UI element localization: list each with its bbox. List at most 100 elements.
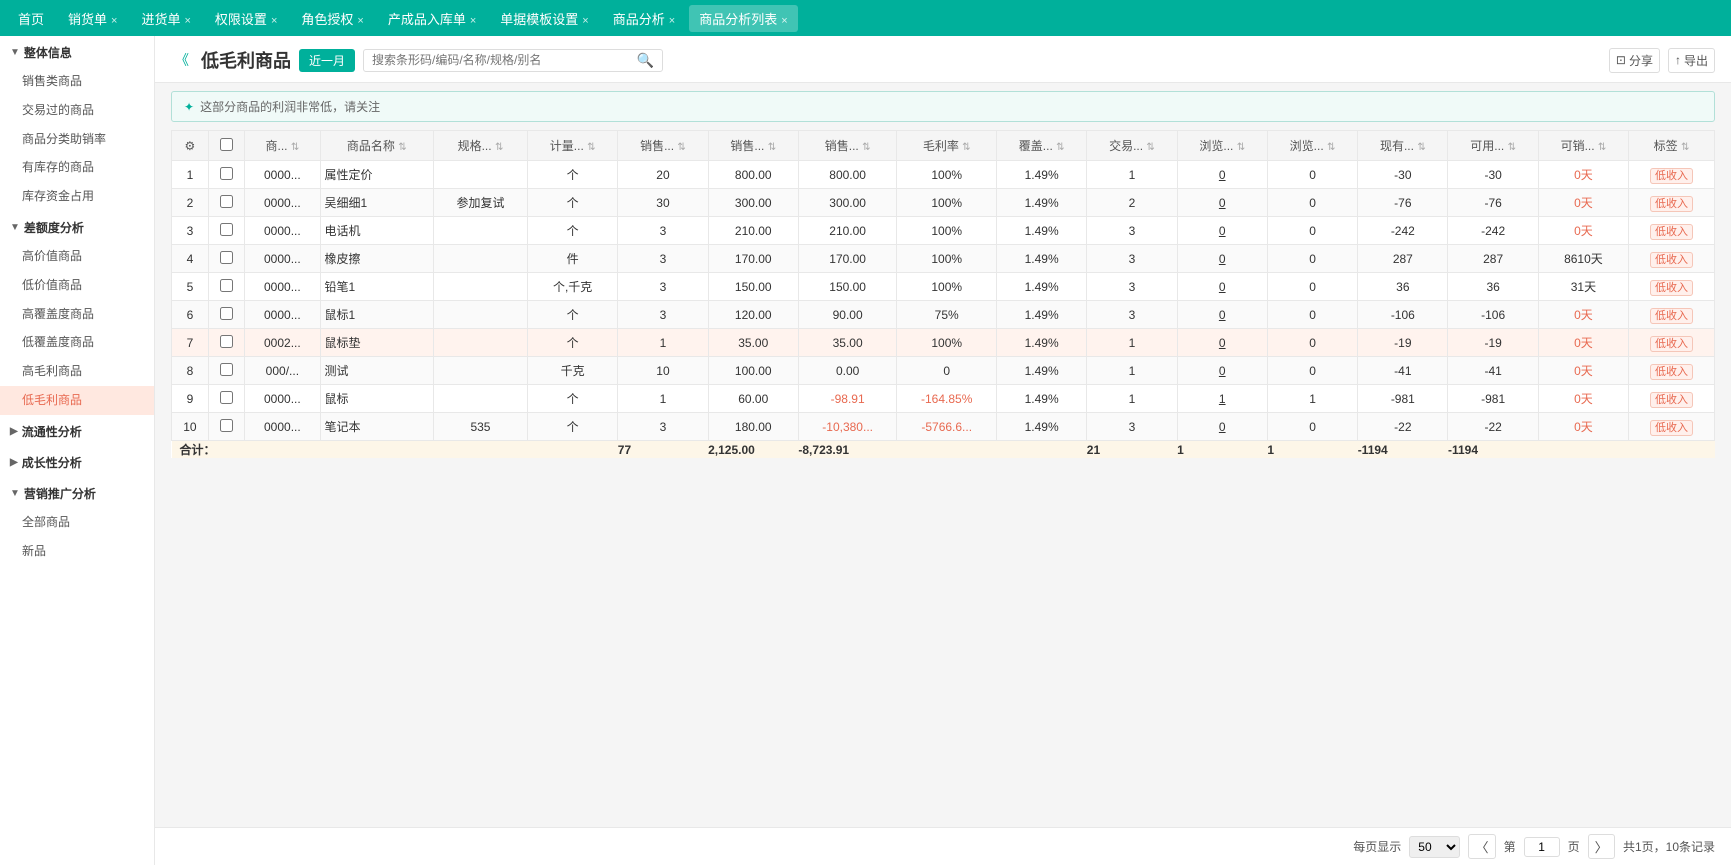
sidebar-item-low-value[interactable]: 低价值商品 xyxy=(0,271,154,300)
row-available-stock: -22 xyxy=(1448,413,1538,441)
row-checkbox[interactable] xyxy=(208,161,244,189)
sidebar-group-growth[interactable]: ▶ 成长性分析 xyxy=(0,446,154,477)
row-checkbox[interactable] xyxy=(208,273,244,301)
row-spec xyxy=(433,273,527,301)
row-browse1[interactable]: 0 xyxy=(1177,301,1267,329)
row-name: 电话机 xyxy=(320,217,433,245)
row-sales-profit: 90.00 xyxy=(798,301,897,329)
col-available-stock[interactable]: 可用... ⇅ xyxy=(1448,131,1538,161)
row-browse1[interactable]: 0 xyxy=(1177,189,1267,217)
sidebar-item-stocked-products[interactable]: 有库存的商品 xyxy=(0,153,154,182)
row-browse1[interactable]: 0 xyxy=(1177,273,1267,301)
nav-permissions[interactable]: 权限设置× xyxy=(205,5,287,32)
col-sellable-days[interactable]: 可销... ⇅ xyxy=(1538,131,1628,161)
row-sales-qty: 3 xyxy=(618,413,708,441)
row-checkbox-input[interactable] xyxy=(220,419,233,432)
row-browse1[interactable]: 0 xyxy=(1177,357,1267,385)
nav-product-analysis-list[interactable]: 商品分析列表× xyxy=(689,5,797,32)
col-sales-amount[interactable]: 销售... ⇅ xyxy=(708,131,798,161)
col-settings[interactable]: ⚙ xyxy=(172,131,209,161)
sidebar-group-marketing[interactable]: ▼ 营销推广分析 xyxy=(0,477,154,508)
row-checkbox[interactable] xyxy=(208,217,244,245)
select-all-checkbox[interactable] xyxy=(220,138,233,151)
row-checkbox-input[interactable] xyxy=(220,167,233,180)
collapse-sidebar-btn[interactable]: 《 xyxy=(171,46,193,74)
page-header: 《 低毛利商品 近一月 🔍 ⊡ 分享 ↑ 导出 xyxy=(155,36,1731,83)
search-input[interactable] xyxy=(372,53,637,67)
row-available-stock: -242 xyxy=(1448,217,1538,245)
row-checkbox[interactable] xyxy=(208,189,244,217)
col-code[interactable]: 商... ⇅ xyxy=(245,131,320,161)
sidebar-item-category-sales-rate[interactable]: 商品分类助销率 xyxy=(0,125,154,154)
share-btn[interactable]: ⊡ 分享 xyxy=(1609,48,1660,73)
col-spec[interactable]: 规格... ⇅ xyxy=(433,131,527,161)
row-checkbox-input[interactable] xyxy=(220,279,233,292)
sidebar-group-general[interactable]: ▼ 整体信息 xyxy=(0,36,154,67)
col-gross-margin[interactable]: 毛利率 ⇅ xyxy=(897,131,997,161)
row-checkbox[interactable] xyxy=(208,301,244,329)
row-checkbox-input[interactable] xyxy=(220,195,233,208)
sidebar-item-new-products[interactable]: 新品 xyxy=(0,537,154,566)
sidebar-item-low-coverage[interactable]: 低覆盖度商品 xyxy=(0,328,154,357)
row-checkbox-input[interactable] xyxy=(220,363,233,376)
sidebar-item-high-value[interactable]: 高价值商品 xyxy=(0,242,154,271)
sidebar-item-sales-products[interactable]: 销售类商品 xyxy=(0,67,154,96)
col-trade-count[interactable]: 交易... ⇅ xyxy=(1087,131,1177,161)
sidebar-item-high-margin[interactable]: 高毛利商品 xyxy=(0,357,154,386)
col-name[interactable]: 商品名称 ⇅ xyxy=(320,131,433,161)
nav-sales-order[interactable]: 销货单× xyxy=(58,5,127,32)
row-sellable-days: 8610天 xyxy=(1538,245,1628,273)
filter-recent-month-btn[interactable]: 近一月 xyxy=(299,49,355,72)
row-checkbox[interactable] xyxy=(208,329,244,357)
row-current-stock: -22 xyxy=(1358,413,1448,441)
col-checkbox[interactable] xyxy=(208,131,244,161)
prev-page-btn[interactable]: 〈 xyxy=(1468,834,1495,859)
sidebar-item-all-products[interactable]: 全部商品 xyxy=(0,508,154,537)
row-browse1[interactable]: 0 xyxy=(1177,245,1267,273)
export-btn[interactable]: ↑ 导出 xyxy=(1668,48,1715,73)
sidebar-group-margin-analysis[interactable]: ▼ 差额度分析 xyxy=(0,211,154,242)
col-unit[interactable]: 计量... ⇅ xyxy=(528,131,618,161)
row-checkbox-input[interactable] xyxy=(220,391,233,404)
row-browse1[interactable]: 1 xyxy=(1177,385,1267,413)
col-coverage[interactable]: 覆盖... ⇅ xyxy=(997,131,1087,161)
row-checkbox-input[interactable] xyxy=(220,251,233,264)
sidebar-item-low-margin[interactable]: 低毛利商品 xyxy=(0,386,154,415)
row-checkbox[interactable] xyxy=(208,245,244,273)
col-sales-profit[interactable]: 销售... ⇅ xyxy=(798,131,897,161)
page-number-input[interactable] xyxy=(1524,837,1560,857)
col-browse1[interactable]: 浏览... ⇅ xyxy=(1177,131,1267,161)
row-checkbox-input[interactable] xyxy=(220,307,233,320)
row-browse1[interactable]: 0 xyxy=(1177,161,1267,189)
nav-product-analysis[interactable]: 商品分析× xyxy=(603,5,685,32)
row-tag: 低收入 xyxy=(1629,413,1715,441)
row-browse1[interactable]: 0 xyxy=(1177,217,1267,245)
col-browse2[interactable]: 浏览... ⇅ xyxy=(1267,131,1357,161)
sidebar-group-liquidity[interactable]: ▶ 流通性分析 xyxy=(0,415,154,446)
row-trade-count: 3 xyxy=(1087,245,1177,273)
row-browse1[interactable]: 0 xyxy=(1177,329,1267,357)
row-checkbox[interactable] xyxy=(208,385,244,413)
row-browse1[interactable]: 0 xyxy=(1177,413,1267,441)
row-checkbox-input[interactable] xyxy=(220,335,233,348)
col-tag[interactable]: 标签 ⇅ xyxy=(1629,131,1715,161)
col-sales-qty[interactable]: 销售... ⇅ xyxy=(618,131,708,161)
row-gross-margin: -164.85% xyxy=(897,385,997,413)
nav-purchase-order[interactable]: 进货单× xyxy=(131,5,200,32)
row-num: 2 xyxy=(172,189,209,217)
sidebar-item-stock-capital[interactable]: 库存资金占用 xyxy=(0,182,154,211)
sidebar-item-high-coverage[interactable]: 高覆盖度商品 xyxy=(0,300,154,329)
next-page-btn[interactable]: 〉 xyxy=(1588,834,1615,859)
sidebar-item-traded-products[interactable]: 交易过的商品 xyxy=(0,96,154,125)
nav-product-entry[interactable]: 产成品入库单× xyxy=(378,5,486,32)
row-unit: 千克 xyxy=(528,357,618,385)
nav-template-settings[interactable]: 单据模板设置× xyxy=(490,5,598,32)
search-icon[interactable]: 🔍 xyxy=(637,52,654,69)
row-checkbox[interactable] xyxy=(208,413,244,441)
col-current-stock[interactable]: 现有... ⇅ xyxy=(1358,131,1448,161)
nav-home[interactable]: 首页 xyxy=(8,5,54,32)
page-size-select[interactable]: 50 100 200 xyxy=(1409,836,1460,858)
nav-role-auth[interactable]: 角色授权× xyxy=(291,5,373,32)
row-checkbox-input[interactable] xyxy=(220,223,233,236)
row-checkbox[interactable] xyxy=(208,357,244,385)
